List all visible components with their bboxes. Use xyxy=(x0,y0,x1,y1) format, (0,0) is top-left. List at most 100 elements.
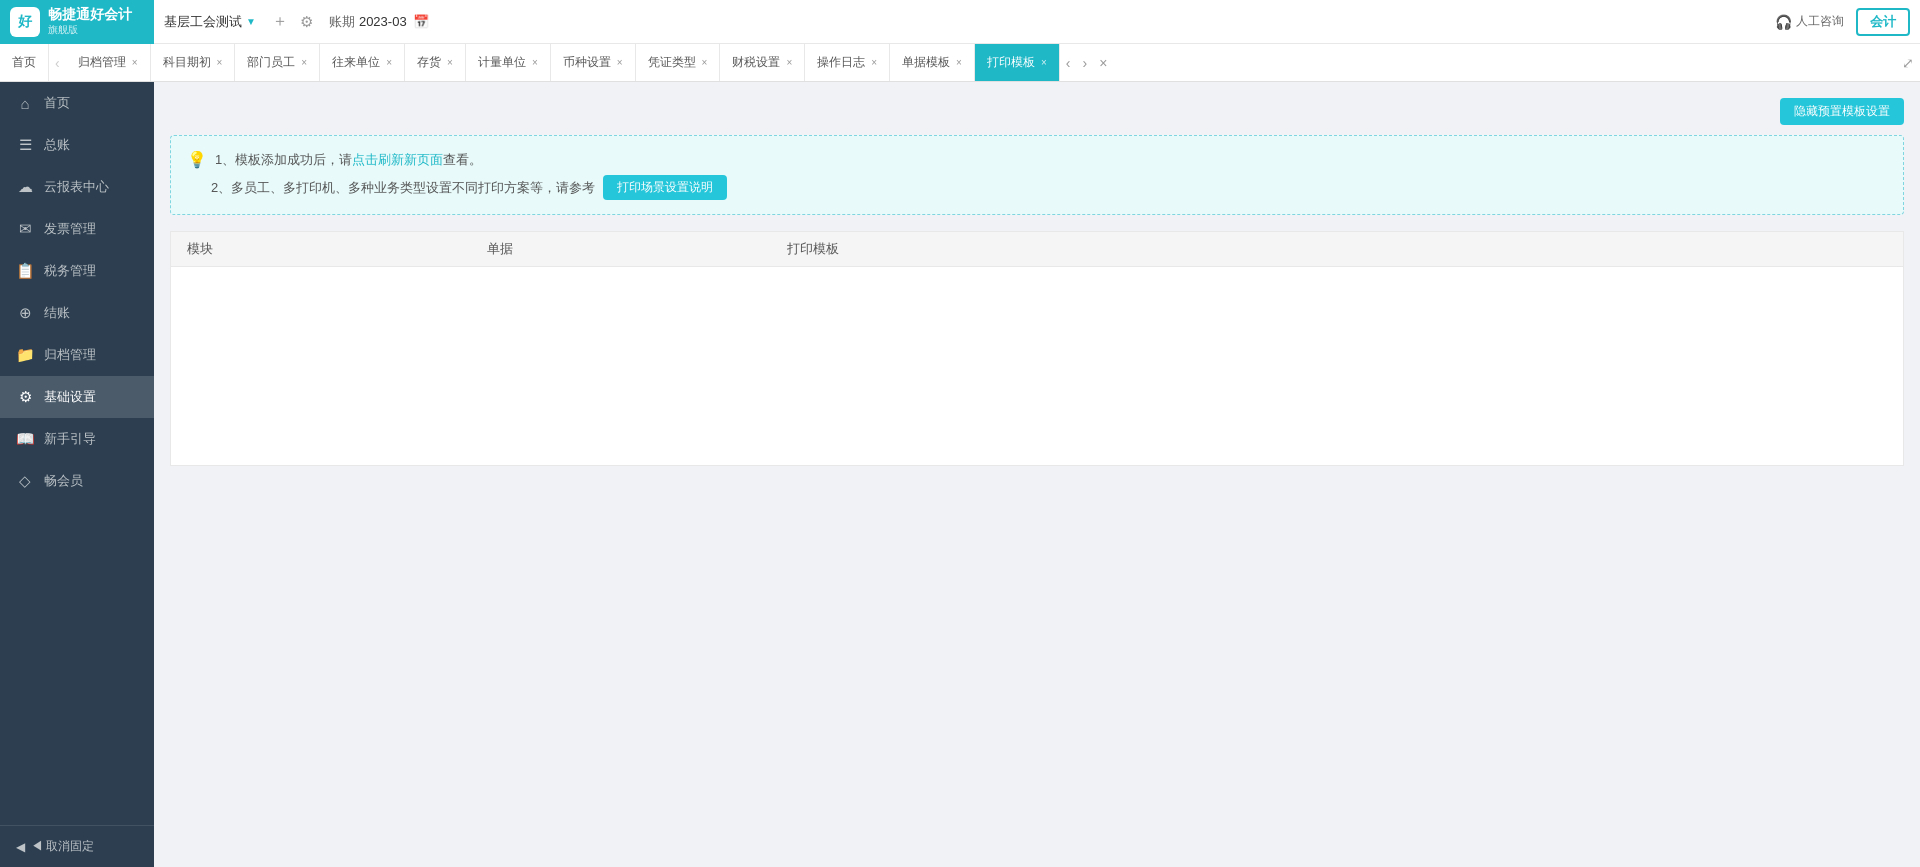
sidebar-item-member[interactable]: ◇ 畅会员 xyxy=(0,460,154,502)
content-area: 隐藏预置模板设置 💡 1、模板添加成功后，请 点击刷新新页面 查看。 2、多员工… xyxy=(154,82,1920,867)
tax-icon: 📋 xyxy=(16,262,34,280)
tab-bar: 首页 ‹ 归档管理 × 科目期初 × 部门员工 × 往来单位 × 存货 × 计量… xyxy=(0,44,1920,82)
logo-text-group: 畅捷通好会计 旗舰版 xyxy=(48,6,132,37)
tab-往来单位[interactable]: 往来单位 × xyxy=(320,44,405,82)
tab-home[interactable]: 首页 xyxy=(0,44,49,82)
info-refresh-link[interactable]: 点击刷新新页面 xyxy=(352,151,443,169)
sidebar-label-cloud-reports: 云报表中心 xyxy=(44,178,109,196)
tab-close-操作日志[interactable]: × xyxy=(871,57,877,68)
period-value: 2023-03 xyxy=(359,14,407,29)
print-scene-btn[interactable]: 打印场景设置说明 xyxy=(603,175,727,200)
tab-close-往来单位[interactable]: × xyxy=(386,57,392,68)
sidebar-item-ledger[interactable]: ☰ 总账 xyxy=(0,124,154,166)
tab-归档管理[interactable]: 归档管理 × xyxy=(66,44,151,82)
sidebar-item-cloud-reports[interactable]: ☁ 云报表中心 xyxy=(0,166,154,208)
tab-close-凭证类型[interactable]: × xyxy=(702,57,708,68)
tab-计量单位[interactable]: 计量单位 × xyxy=(466,44,551,82)
sidebar-item-checkout[interactable]: ⊕ 结账 xyxy=(0,292,154,334)
info-box: 💡 1、模板添加成功后，请 点击刷新新页面 查看。 2、多员工、多打印机、多种业… xyxy=(170,135,1904,215)
tab-科目期初[interactable]: 科目期初 × xyxy=(151,44,236,82)
sidebar-label-invoice: 发票管理 xyxy=(44,220,96,238)
sidebar-item-home[interactable]: ⌂ 首页 xyxy=(0,82,154,124)
tab-财税设置[interactable]: 财税设置 × xyxy=(720,44,805,82)
tab-操作日志[interactable]: 操作日志 × xyxy=(805,44,890,82)
tab-expand-btn[interactable]: ⤢ xyxy=(1896,44,1920,82)
col-single: 单据 xyxy=(487,240,787,258)
period-label: 账期 xyxy=(329,13,355,31)
member-icon: ◇ xyxy=(16,472,34,490)
add-company-btn[interactable]: ＋ xyxy=(272,11,288,32)
tab-凭证类型[interactable]: 凭证类型 × xyxy=(636,44,721,82)
sidebar-item-invoice[interactable]: ✉ 发票管理 xyxy=(0,208,154,250)
info-text-2-before: 2、多员工、多打印机、多种业务类型设置不同打印方案等，请参考 xyxy=(211,179,595,197)
headset-icon: 🎧 xyxy=(1775,14,1792,30)
col-module: 模块 xyxy=(187,240,487,258)
cloud-icon: ☁ xyxy=(16,178,34,196)
tab-单据模板[interactable]: 单据模板 × xyxy=(890,44,975,82)
bulb-icon: 💡 xyxy=(187,150,207,169)
company-selector[interactable]: 基层工会测试 ▼ xyxy=(164,13,256,31)
sidebar-label-checkout: 结账 xyxy=(44,304,70,322)
archive-icon: 📁 xyxy=(16,346,34,364)
calendar-icon[interactable]: 📅 xyxy=(413,14,429,29)
header-center: 基层工会测试 ▼ ＋ ⚙ 账期 2023-03 📅 xyxy=(154,11,1775,32)
header-right: 🎧 人工咨询 会计 xyxy=(1775,8,1910,36)
sidebar-unpin-label: ◀ 取消固定 xyxy=(31,838,94,855)
settings-gear-icon: ⚙ xyxy=(16,388,34,406)
info-row-2: 2、多员工、多打印机、多种业务类型设置不同打印方案等，请参考 打印场景设置说明 xyxy=(187,175,1887,200)
sidebar-item-basic-settings[interactable]: ⚙ 基础设置 xyxy=(0,376,154,418)
tab-close-单据模板[interactable]: × xyxy=(956,57,962,68)
logo-icon: 好 xyxy=(10,7,40,37)
sidebar-label-archive: 归档管理 xyxy=(44,346,96,364)
customer-service-label: 人工咨询 xyxy=(1796,13,1844,30)
tab-nav-left[interactable]: ‹ xyxy=(1060,44,1077,82)
main-layout: ⌂ 首页 ☰ 总账 ☁ 云报表中心 ✉ 发票管理 📋 税务管理 ⊕ 结账 📁 归… xyxy=(0,82,1920,867)
tab-存货[interactable]: 存货 × xyxy=(405,44,466,82)
hide-template-btn[interactable]: 隐藏预置模板设置 xyxy=(1780,98,1904,125)
sidebar-label-member: 畅会员 xyxy=(44,472,83,490)
col-template: 打印模板 xyxy=(787,240,1887,258)
tab-nav-right[interactable]: › xyxy=(1076,44,1093,82)
tab-close-存货[interactable]: × xyxy=(447,57,453,68)
sidebar-item-beginner[interactable]: 📖 新手引导 xyxy=(0,418,154,460)
table-header: 模块 单据 打印模板 xyxy=(170,231,1904,266)
tab-打印模板[interactable]: 打印模板 × xyxy=(975,44,1060,82)
tab-币种设置[interactable]: 币种设置 × xyxy=(551,44,636,82)
sidebar-unpin-btn[interactable]: ◀ ◀ 取消固定 xyxy=(0,825,154,867)
settings-icon[interactable]: ⚙ xyxy=(300,13,313,31)
tab-close-打印模板[interactable]: × xyxy=(1041,57,1047,68)
sidebar: ⌂ 首页 ☰ 总账 ☁ 云报表中心 ✉ 发票管理 📋 税务管理 ⊕ 结账 📁 归… xyxy=(0,82,154,867)
tab-nav-prev[interactable]: ‹ xyxy=(49,44,66,82)
ledger-icon: ☰ xyxy=(16,136,34,154)
sidebar-label-tax: 税务管理 xyxy=(44,262,96,280)
top-header: 好 畅捷通好会计 旗舰版 基层工会测试 ▼ ＋ ⚙ 账期 2023-03 📅 🎧… xyxy=(0,0,1920,44)
sidebar-item-archive[interactable]: 📁 归档管理 xyxy=(0,334,154,376)
sidebar-label-home: 首页 xyxy=(44,94,70,112)
tab-close-归档管理[interactable]: × xyxy=(132,57,138,68)
table-body xyxy=(170,266,1904,466)
tab-close-all-btn[interactable]: × xyxy=(1093,44,1113,82)
tab-close-计量单位[interactable]: × xyxy=(532,57,538,68)
company-name: 基层工会测试 xyxy=(164,13,242,31)
info-text-1-after: 查看。 xyxy=(443,151,482,169)
tab-close-部门员工[interactable]: × xyxy=(301,57,307,68)
customer-service-btn[interactable]: 🎧 人工咨询 xyxy=(1775,13,1844,30)
tab-close-财税设置[interactable]: × xyxy=(786,57,792,68)
account-button[interactable]: 会计 xyxy=(1856,8,1910,36)
sidebar-label-beginner: 新手引导 xyxy=(44,430,96,448)
unpin-icon: ◀ xyxy=(16,840,25,854)
company-dropdown-icon: ▼ xyxy=(246,16,256,27)
sidebar-label-ledger: 总账 xyxy=(44,136,70,154)
logo-area: 好 畅捷通好会计 旗舰版 xyxy=(0,0,154,44)
info-text-1-before: 1、模板添加成功后，请 xyxy=(215,151,352,169)
tab-部门员工[interactable]: 部门员工 × xyxy=(235,44,320,82)
sidebar-item-tax[interactable]: 📋 税务管理 xyxy=(0,250,154,292)
book-icon: 📖 xyxy=(16,430,34,448)
info-row-1: 💡 1、模板添加成功后，请 点击刷新新页面 查看。 xyxy=(187,150,1887,169)
tab-close-币种设置[interactable]: × xyxy=(617,57,623,68)
checkout-icon: ⊕ xyxy=(16,304,34,322)
sidebar-label-basic-settings: 基础设置 xyxy=(44,388,96,406)
invoice-icon: ✉ xyxy=(16,220,34,238)
tab-close-科目期初[interactable]: × xyxy=(217,57,223,68)
logo-title: 畅捷通好会计 xyxy=(48,6,132,23)
